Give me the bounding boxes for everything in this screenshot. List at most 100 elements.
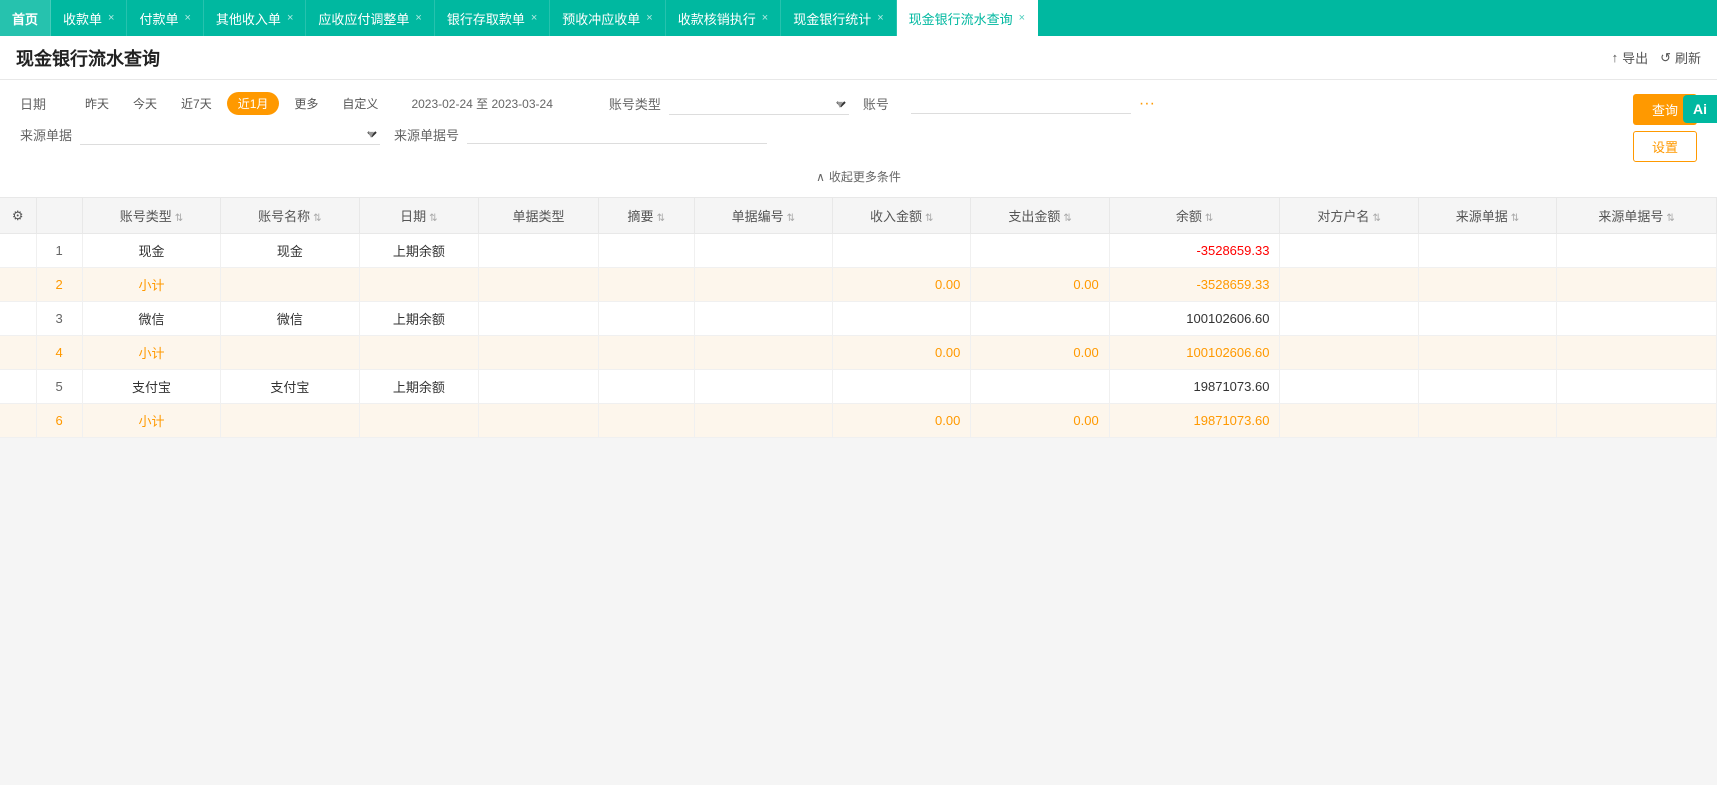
row-account-type: 小计 [82, 268, 220, 302]
export-button[interactable]: ↑ 导出 [1612, 48, 1649, 67]
row-gear [0, 268, 36, 302]
row-expense: 0.00 [971, 404, 1109, 438]
account-type-field: 账号类型 ▾ [609, 93, 843, 115]
close-writeoff-icon[interactable]: × [762, 12, 768, 24]
nav-other-income[interactable]: 其他收入单 × [204, 0, 306, 36]
row-gear [0, 370, 36, 404]
sort-doc-no-icon: ⇅ [787, 213, 795, 224]
table-header-row: ⚙ 账号类型⇅ 账号名称⇅ 日期⇅ 单据类型 摘要⇅ 单据编号⇅ [0, 198, 1717, 234]
th-source-doc-no[interactable]: 来源单据号⇅ [1557, 198, 1717, 234]
table-row: 1 现金 现金 上期余额 -3528659.33 [0, 234, 1717, 268]
nav-prepay[interactable]: 预收冲应收单 × [550, 0, 665, 36]
row-summary [598, 234, 694, 268]
th-counterpart[interactable]: 对方户名⇅ [1280, 198, 1418, 234]
gear-icon[interactable]: ⚙ [12, 208, 24, 223]
row-balance: -3528659.33 [1109, 268, 1280, 302]
source-doc-no-input[interactable] [467, 124, 767, 144]
date-btn-1month[interactable]: 近1月 [227, 92, 280, 115]
account-no-label: 账号 [863, 94, 903, 113]
sort-balance-icon: ⇅ [1205, 213, 1213, 224]
account-no-input[interactable] [911, 94, 1131, 114]
nav-receipt[interactable]: 收款单 × [51, 0, 127, 36]
nav-bank-stat[interactable]: 现金银行统计 × [781, 0, 896, 36]
nav-ar-adjust[interactable]: 应收应付调整单 × [306, 0, 434, 36]
filter-section-right: 账号类型 ▾ 账号 ··· [609, 93, 1613, 115]
source-doc-no-field: 来源单据号 [394, 124, 767, 144]
row-doc-no [694, 404, 832, 438]
close-payment-icon[interactable]: × [184, 12, 190, 24]
row-summary [598, 268, 694, 302]
sort-account-type-icon: ⇅ [175, 213, 183, 224]
source-doc-select[interactable] [80, 123, 380, 145]
nav-bank-deposit[interactable]: 银行存取款单 × [435, 0, 550, 36]
nav-writeoff[interactable]: 收款核销执行 × [666, 0, 781, 36]
row-source-doc-no [1557, 370, 1717, 404]
th-account-name[interactable]: 账号名称⇅ [221, 198, 359, 234]
row-expense [971, 302, 1109, 336]
row-source-doc [1418, 370, 1556, 404]
date-options: 昨天 今天 近7天 近1月 更多 自定义 [76, 92, 387, 115]
row-date: 上期余额 [359, 302, 479, 336]
date-btn-more[interactable]: 更多 [285, 92, 327, 115]
row-summary [598, 336, 694, 370]
row-balance: -3528659.33 [1109, 234, 1280, 268]
row-income [832, 370, 970, 404]
row-counterpart [1280, 234, 1418, 268]
date-range-display: 2023-02-24 至 2023-03-24 [411, 95, 552, 112]
th-income[interactable]: 收入金额⇅ [832, 198, 970, 234]
close-ar-adjust-icon[interactable]: × [415, 12, 421, 24]
th-source-doc[interactable]: 来源单据⇅ [1418, 198, 1556, 234]
close-receipt-icon[interactable]: × [108, 12, 114, 24]
row-summary [598, 302, 694, 336]
row-income [832, 234, 970, 268]
close-bank-deposit-icon[interactable]: × [531, 12, 537, 24]
nav-home[interactable]: 首页 [0, 0, 51, 36]
close-bank-flow-icon[interactable]: × [1019, 12, 1025, 24]
row-account-name: 现金 [221, 234, 359, 268]
row-source-doc [1418, 404, 1556, 438]
collapse-filter-button[interactable]: ∧ 收起更多条件 [20, 168, 1697, 185]
row-doc-type [479, 370, 599, 404]
th-doc-no[interactable]: 单据编号⇅ [694, 198, 832, 234]
date-btn-7days[interactable]: 近7天 [172, 92, 221, 115]
row-summary [598, 404, 694, 438]
nav-payment[interactable]: 付款单 × [127, 0, 203, 36]
row-gear [0, 404, 36, 438]
filter-row-2: 来源单据 ▾ 来源单据号 [20, 123, 1613, 145]
row-seq: 2 [36, 268, 82, 302]
account-type-select[interactable] [669, 93, 849, 115]
sort-source-doc-icon: ⇅ [1511, 213, 1519, 224]
th-date[interactable]: 日期⇅ [359, 198, 479, 234]
row-counterpart [1280, 370, 1418, 404]
row-doc-type [479, 234, 599, 268]
th-expense[interactable]: 支出金额⇅ [971, 198, 1109, 234]
row-expense [971, 234, 1109, 268]
close-bank-stat-icon[interactable]: × [877, 12, 883, 24]
row-gear [0, 302, 36, 336]
row-income: 0.00 [832, 336, 970, 370]
close-prepay-icon[interactable]: × [646, 12, 652, 24]
th-balance[interactable]: 余额⇅ [1109, 198, 1280, 234]
row-doc-no [694, 370, 832, 404]
th-doc-type: 单据类型 [479, 198, 599, 234]
nav-bank-flow[interactable]: 现金银行流水查询 × [897, 0, 1038, 36]
row-expense [971, 370, 1109, 404]
refresh-button[interactable]: ↺ 刷新 [1660, 48, 1701, 67]
row-source-doc [1418, 336, 1556, 370]
row-counterpart [1280, 336, 1418, 370]
table-row: 4 小计 0.00 0.00 100102606.60 [0, 336, 1717, 370]
date-btn-custom[interactable]: 自定义 [333, 92, 387, 115]
date-btn-today[interactable]: 今天 [124, 92, 166, 115]
settings-button[interactable]: 设置 [1633, 131, 1697, 162]
th-summary[interactable]: 摘要⇅ [598, 198, 694, 234]
ai-badge[interactable]: Ai [1683, 95, 1717, 123]
row-gear [0, 234, 36, 268]
th-account-type[interactable]: 账号类型⇅ [82, 198, 220, 234]
sort-source-doc-no-icon: ⇅ [1666, 213, 1674, 224]
row-account-type: 小计 [82, 336, 220, 370]
filter-area: 日期 昨天 今天 近7天 近1月 更多 自定义 2023-02-24 至 202… [0, 80, 1717, 198]
date-btn-yesterday[interactable]: 昨天 [76, 92, 118, 115]
account-no-dots-icon[interactable]: ··· [1139, 95, 1155, 113]
row-doc-no [694, 268, 832, 302]
close-other-income-icon[interactable]: × [287, 12, 293, 24]
